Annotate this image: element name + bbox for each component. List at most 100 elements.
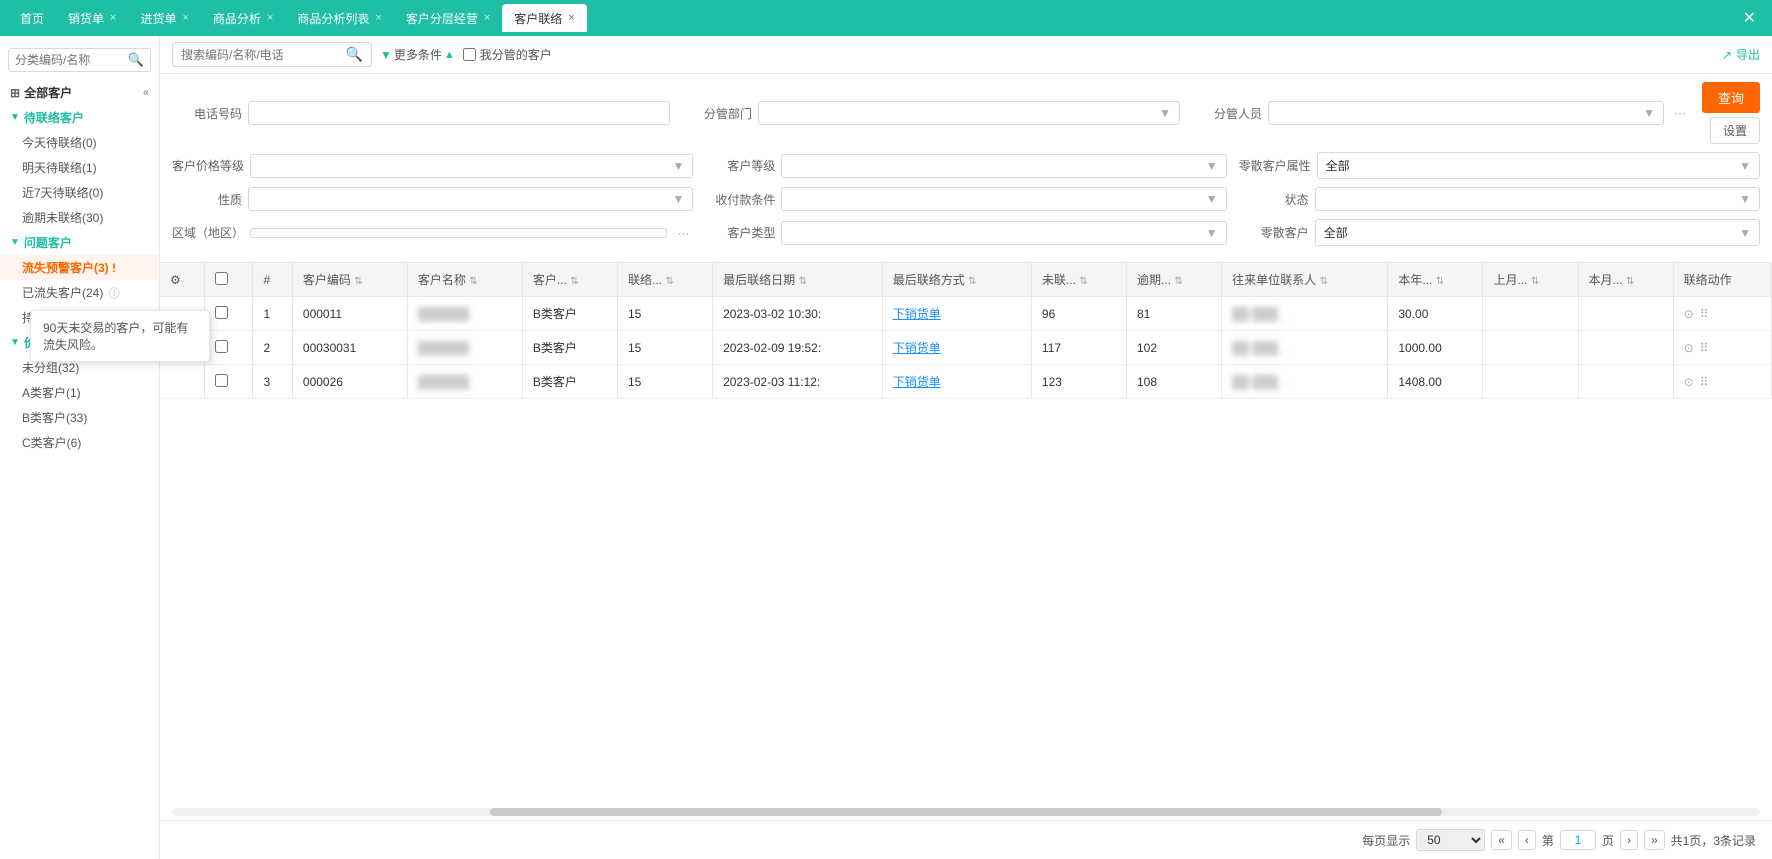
th-name[interactable]: 客户名称 ⇅ bbox=[407, 263, 522, 297]
cell-type-1: B类客户 bbox=[522, 331, 617, 365]
sidebar-item-b-class[interactable]: B类客户(33) bbox=[0, 405, 159, 430]
sidebar-item-today[interactable]: 今天待联络(0) bbox=[0, 130, 159, 155]
th-this-month[interactable]: 本月... ⇅ bbox=[1578, 263, 1673, 297]
tab-analysis-list[interactable]: 商品分析列表 × bbox=[285, 4, 393, 32]
search-button[interactable]: 🔍 bbox=[346, 46, 363, 63]
action-more-icon-1[interactable]: ⠿ bbox=[1700, 341, 1709, 355]
tab-sales[interactable]: 销货单 × bbox=[56, 4, 128, 32]
filter-payment-select[interactable]: ▼ bbox=[781, 187, 1226, 211]
th-type[interactable]: 客户... ⇅ bbox=[522, 263, 617, 297]
per-page-select[interactable]: 50 100 200 bbox=[1416, 829, 1485, 851]
my-customers-checkbox[interactable] bbox=[463, 48, 476, 61]
th-last-contact-date-label: 最后联络日期 bbox=[723, 273, 795, 287]
action-more-icon-2[interactable]: ⠿ bbox=[1700, 375, 1709, 389]
th-this-year[interactable]: 本年... ⇅ bbox=[1388, 263, 1483, 297]
tab-purchase-close[interactable]: × bbox=[182, 12, 188, 24]
filter-status-select[interactable]: ▼ bbox=[1315, 187, 1760, 211]
contact-method-link-2[interactable]: 下销货单 bbox=[893, 375, 941, 389]
cell-last-method-0[interactable]: 下销货单 bbox=[882, 297, 1031, 331]
page-input[interactable] bbox=[1560, 830, 1596, 850]
sidebar-item-tomorrow[interactable]: 明天待联络(1) bbox=[0, 155, 159, 180]
tab-analysis-list-close[interactable]: × bbox=[375, 12, 381, 24]
cell-action-1: ⊙ ⠿ bbox=[1673, 331, 1771, 365]
sort-uncontacted: ⇅ bbox=[1079, 276, 1087, 287]
sidebar-item-churn-warning[interactable]: 流失预警客户(3) ! bbox=[0, 255, 159, 280]
th-last-contact-method-label: 最后联络方式 bbox=[893, 273, 965, 287]
window-close-button[interactable]: ✕ bbox=[1735, 8, 1764, 28]
tab-analysis-close[interactable]: × bbox=[267, 12, 273, 24]
th-uncontacted[interactable]: 未联... ⇅ bbox=[1031, 263, 1126, 297]
sidebar-item-overdue[interactable]: 逾期未联络(30) bbox=[0, 205, 159, 230]
sidebar-search-input[interactable] bbox=[15, 53, 128, 67]
th-last-contact-method[interactable]: 最后联络方式 ⇅ bbox=[882, 263, 1031, 297]
tab-analysis[interactable]: 商品分析 × bbox=[201, 4, 285, 32]
filter-nature-select[interactable]: ▼ bbox=[248, 187, 693, 211]
tab-purchase[interactable]: 进货单 × bbox=[128, 4, 200, 32]
export-button[interactable]: ↗ 导出 bbox=[1722, 46, 1760, 63]
th-contact[interactable]: 联络... ⇅ bbox=[618, 263, 713, 297]
select-all-checkbox[interactable] bbox=[215, 272, 228, 285]
filter-retail-attr-select[interactable]: 全部 ▼ bbox=[1317, 152, 1760, 179]
filter-cust-type-select[interactable]: ▼ bbox=[781, 221, 1226, 245]
first-page-btn[interactable]: « bbox=[1491, 830, 1512, 850]
query-button[interactable]: 查询 bbox=[1702, 82, 1760, 113]
sidebar-item-a-class[interactable]: A类客户(1) bbox=[0, 380, 159, 405]
contact-method-link-1[interactable]: 下销货单 bbox=[893, 341, 941, 355]
row-checkbox-2[interactable] bbox=[215, 374, 228, 387]
last-page-btn[interactable]: » bbox=[1644, 830, 1665, 850]
filter-dept-select[interactable]: ▼ bbox=[758, 101, 1180, 125]
filter-bar: 🔍 ▼ 更多条件 ▲ 我分管的客户 ↗ 导出 bbox=[160, 36, 1772, 74]
action-more-icon-0[interactable]: ⠿ bbox=[1700, 307, 1709, 321]
filter-phone-input[interactable] bbox=[248, 101, 670, 125]
tab-customer-contact-close[interactable]: × bbox=[568, 12, 574, 24]
tab-customer-tier-close[interactable]: × bbox=[484, 12, 490, 24]
action-contact-icon-0[interactable]: ⊙ bbox=[1684, 307, 1694, 321]
row-checkbox-0[interactable] bbox=[215, 306, 228, 319]
th-unit-contact[interactable]: 往来单位联系人 ⇅ bbox=[1222, 263, 1388, 297]
prev-page-btn[interactable]: ‹ bbox=[1518, 830, 1536, 850]
th-code[interactable]: 客户编码 ⇅ bbox=[292, 263, 407, 297]
settings-button[interactable]: 设置 bbox=[1710, 117, 1760, 144]
sidebar-item-7days[interactable]: 近7天待联络(0) bbox=[0, 180, 159, 205]
all-customers-header[interactable]: ⊞ 全部客户 « bbox=[0, 80, 159, 105]
tab-sales-close[interactable]: × bbox=[110, 12, 116, 24]
th-last-month[interactable]: 上月... ⇅ bbox=[1483, 263, 1578, 297]
scrollbar-thumb[interactable] bbox=[490, 808, 1443, 816]
tooltip-text: 90天未交易的客户，可能有流失风险。 bbox=[43, 321, 160, 352]
action-contact-icon-2[interactable]: ⊙ bbox=[1684, 375, 1694, 389]
filter-cust-grade-select[interactable]: ▼ bbox=[781, 154, 1226, 178]
my-customers-toggle[interactable]: 我分管的客户 bbox=[463, 46, 552, 63]
sort-this-month: ⇅ bbox=[1626, 276, 1634, 287]
horizontal-scrollbar[interactable] bbox=[172, 808, 1760, 816]
cell-contact-2: 15 bbox=[618, 365, 713, 399]
contact-method-link-0[interactable]: 下销货单 bbox=[893, 307, 941, 321]
filter-price-grade-select[interactable]: ▼ bbox=[250, 154, 693, 178]
collapse-icon[interactable]: « bbox=[143, 87, 149, 99]
tab-customer-tier[interactable]: 客户分层经营 × bbox=[394, 4, 502, 32]
search-input[interactable] bbox=[181, 48, 342, 62]
filter-payment-arrow: ▼ bbox=[1206, 192, 1218, 206]
sidebar-section-churn[interactable]: ▼ 问题客户 bbox=[0, 230, 159, 255]
sidebar-item-lost[interactable]: 已流失客户(24) ⓘ bbox=[0, 280, 159, 305]
sidebar-section-pending[interactable]: ▼ 待联络客户 bbox=[0, 105, 159, 130]
cell-last-method-1[interactable]: 下销货单 bbox=[882, 331, 1031, 365]
tab-home-label: 首页 bbox=[20, 10, 44, 27]
filter-person-select[interactable]: ▼ bbox=[1268, 101, 1664, 125]
filter-person-more[interactable]: ··· bbox=[1670, 106, 1690, 120]
cell-last-method-2[interactable]: 下销货单 bbox=[882, 365, 1031, 399]
th-last-contact-date[interactable]: 最后联络日期 ⇅ bbox=[713, 263, 883, 297]
filter-region-select[interactable] bbox=[250, 228, 667, 238]
filter-region-more[interactable]: ··· bbox=[673, 226, 693, 240]
sidebar-item-c-class[interactable]: C类客户(6) bbox=[0, 430, 159, 455]
tab-customer-contact[interactable]: 客户联络 × bbox=[502, 4, 586, 32]
filter-retail-attr-label: 零散客户属性 bbox=[1239, 157, 1311, 174]
th-settings[interactable]: ⚙ bbox=[160, 263, 205, 297]
tab-home[interactable]: 首页 bbox=[8, 4, 56, 32]
cell-code-2: 000026 bbox=[292, 365, 407, 399]
filter-retail-select[interactable]: 全部 ▼ bbox=[1315, 219, 1760, 246]
action-contact-icon-1[interactable]: ⊙ bbox=[1684, 341, 1694, 355]
row-checkbox-1[interactable] bbox=[215, 340, 228, 353]
more-conditions-btn[interactable]: ▼ 更多条件 ▲ bbox=[380, 46, 455, 63]
next-page-btn[interactable]: › bbox=[1620, 830, 1638, 850]
th-overdue[interactable]: 逾期... ⇅ bbox=[1127, 263, 1222, 297]
